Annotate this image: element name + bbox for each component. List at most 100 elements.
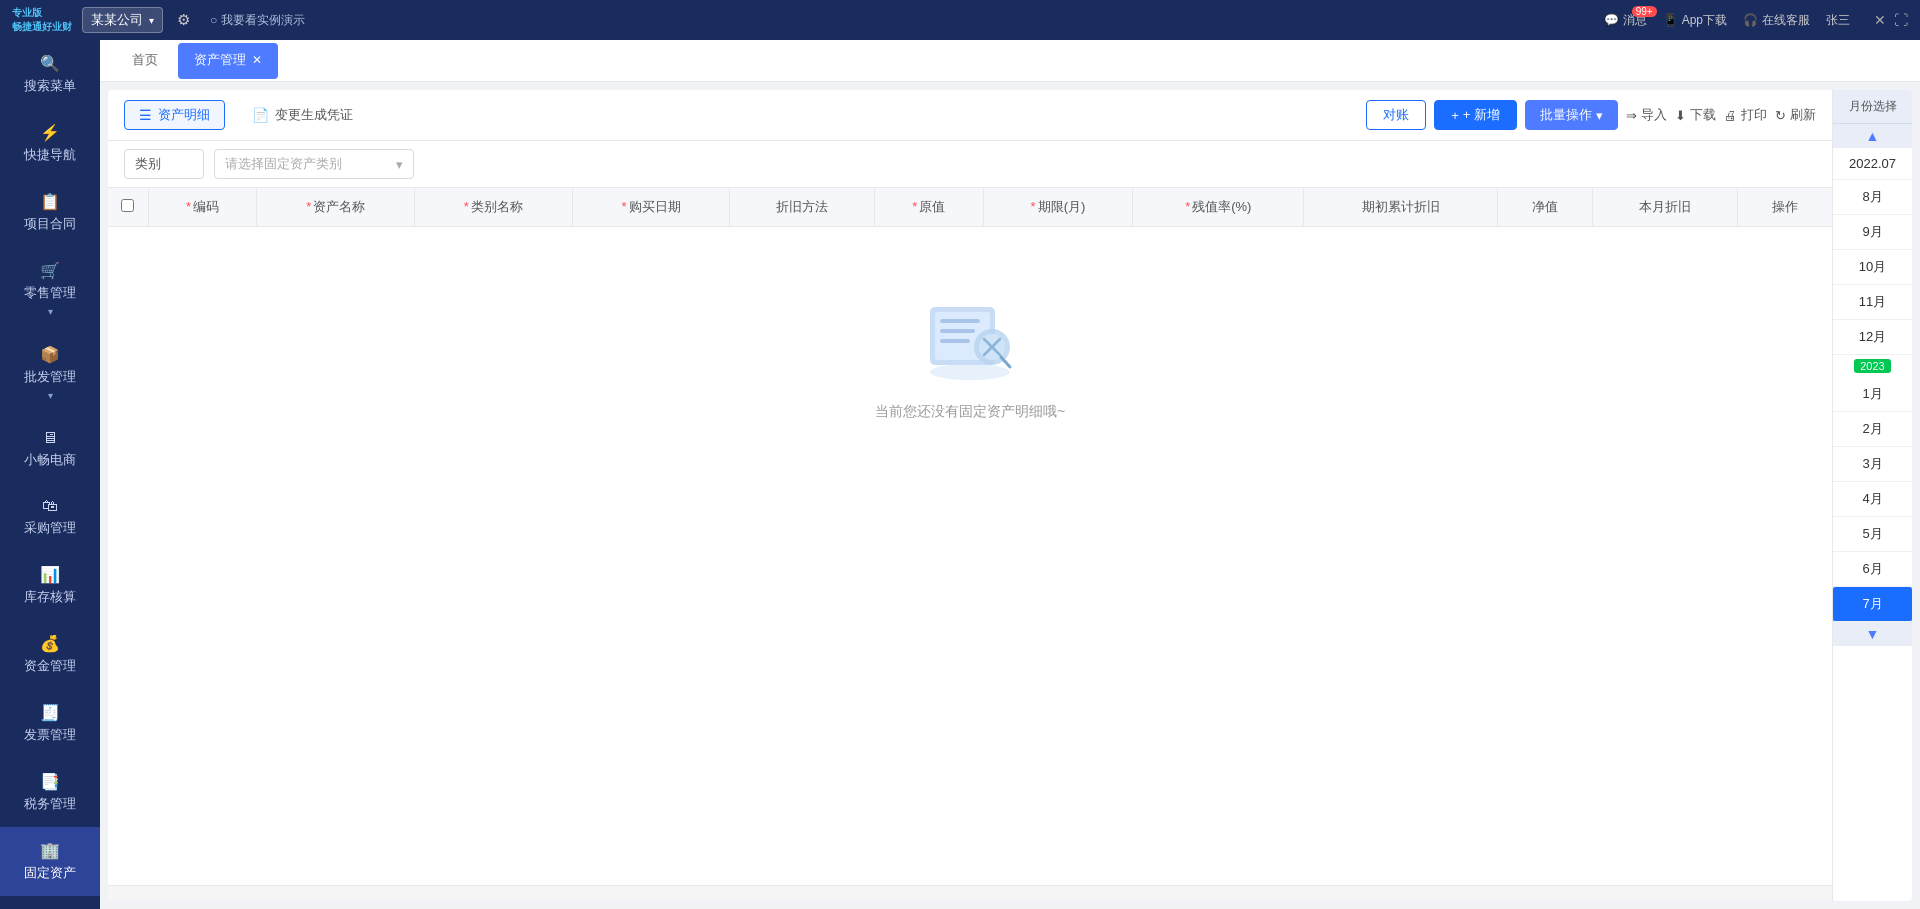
month-item-4[interactable]: 4月 bbox=[1833, 482, 1912, 517]
chevron-down-icon: ▾ bbox=[149, 15, 154, 26]
year-2023-badge: 2023 bbox=[1854, 359, 1890, 373]
dropdown-arrow-icon: ▾ bbox=[396, 157, 403, 172]
month-item-12[interactable]: 12月 bbox=[1833, 320, 1912, 355]
select-all-checkbox[interactable] bbox=[108, 188, 148, 227]
sub-tab-change-voucher[interactable]: 📄 变更生成凭证 bbox=[237, 100, 368, 130]
sidebar-item-retail[interactable]: 🛒 零售管理 ▾ bbox=[0, 247, 100, 331]
sidebar-label-project: 项目合同 bbox=[24, 215, 76, 233]
col-depreciation-method: 折旧方法 bbox=[730, 188, 874, 227]
tab-bar: 首页 资产管理 ✕ bbox=[100, 40, 1920, 82]
filter-bar: 类别 请选择固定资产类别 ▾ bbox=[108, 141, 1832, 188]
wholesale-arrow: ▾ bbox=[48, 390, 53, 401]
demo-link[interactable]: ○ 我要看实例演示 bbox=[210, 12, 305, 29]
month-item-8[interactable]: 8月 bbox=[1833, 180, 1912, 215]
company-selector[interactable]: 某某公司 ▾ bbox=[82, 7, 163, 33]
col-period: *期限(月) bbox=[983, 188, 1133, 227]
svg-rect-5 bbox=[940, 339, 970, 343]
print-icon: 🖨 bbox=[1724, 108, 1737, 123]
print-button[interactable]: 🖨 打印 bbox=[1724, 106, 1767, 124]
sidebar-label-fixedassets: 固定资产 bbox=[24, 864, 76, 882]
bottom-scrollbar[interactable] bbox=[108, 885, 1832, 901]
svg-rect-3 bbox=[940, 319, 980, 323]
month-down-arrow[interactable]: ▼ bbox=[1833, 622, 1912, 646]
sidebar-item-quicknav[interactable]: ⚡ 快捷导航 bbox=[0, 109, 100, 178]
app-edition: 专业版 bbox=[12, 6, 72, 20]
checkbox-input[interactable] bbox=[121, 199, 134, 212]
month-item-7-current[interactable]: 7月 bbox=[1833, 587, 1912, 622]
empty-state-row: 当前您还没有固定资产明细哦~ bbox=[108, 227, 1832, 482]
settings-icon[interactable]: ⚙ bbox=[177, 11, 190, 29]
tab-close-icon[interactable]: ✕ bbox=[252, 53, 262, 67]
sidebar-item-tax[interactable]: 📑 税务管理 bbox=[0, 758, 100, 827]
finance-icon: 💰 bbox=[40, 634, 60, 653]
refresh-icon: ↻ bbox=[1775, 108, 1786, 123]
close-icon[interactable]: ✕ bbox=[1874, 12, 1886, 28]
month-item-9[interactable]: 9月 bbox=[1833, 215, 1912, 250]
col-residual-rate: *残值率(%) bbox=[1133, 188, 1304, 227]
sidebar-item-fixedassets[interactable]: 🏢 固定资产 bbox=[0, 827, 100, 896]
sidebar: 🔍 搜索菜单 ⚡ 快捷导航 📋 项目合同 🛒 零售管理 ▾ 📦 批发管理 ▾ 🖥… bbox=[0, 40, 100, 909]
sidebar-item-search[interactable]: 🔍 搜索菜单 bbox=[0, 40, 100, 109]
sidebar-item-salary[interactable]: 💵 工资 bbox=[0, 896, 100, 909]
month-item-5[interactable]: 5月 bbox=[1833, 517, 1912, 552]
expand-icon[interactable]: ⛶ bbox=[1894, 12, 1908, 28]
wholesale-icon: 📦 bbox=[40, 345, 60, 364]
window-actions: ✕ ⛶ bbox=[1874, 12, 1908, 28]
download-icon: ⬇ bbox=[1675, 108, 1686, 123]
svg-point-0 bbox=[930, 364, 1010, 380]
sidebar-label-purchase: 采购管理 bbox=[24, 519, 76, 537]
month-item-10[interactable]: 10月 bbox=[1833, 250, 1912, 285]
sidebar-label-ecommerce: 小畅电商 bbox=[24, 451, 76, 469]
message-button[interactable]: 💬 消息 99+ bbox=[1604, 12, 1647, 29]
category-select-label: 类别 bbox=[124, 149, 204, 179]
invoice-icon: 🧾 bbox=[40, 703, 60, 722]
refresh-button[interactable]: ↻ 刷新 bbox=[1775, 106, 1816, 124]
app-download-button[interactable]: 📱 App下载 bbox=[1663, 12, 1727, 29]
month-item-2[interactable]: 2月 bbox=[1833, 412, 1912, 447]
month-item-2022-07[interactable]: 2022.07 bbox=[1833, 148, 1912, 180]
phone-icon: 📱 bbox=[1663, 13, 1678, 27]
message-badge: 99+ bbox=[1632, 6, 1657, 17]
company-name: 某某公司 bbox=[91, 11, 143, 29]
sidebar-label-invoice: 发票管理 bbox=[24, 726, 76, 744]
quicknav-icon: ⚡ bbox=[40, 123, 60, 142]
ecommerce-icon: 🖥 bbox=[42, 429, 58, 447]
sidebar-label-retail: 零售管理 bbox=[24, 284, 76, 302]
tab-asset[interactable]: 资产管理 ✕ bbox=[178, 43, 278, 79]
import-button[interactable]: ⇒ 导入 bbox=[1626, 106, 1667, 124]
sidebar-item-invoice[interactable]: 🧾 发票管理 bbox=[0, 689, 100, 758]
sidebar-item-purchase[interactable]: 🛍 采购管理 bbox=[0, 483, 100, 551]
month-item-6[interactable]: 6月 bbox=[1833, 552, 1912, 587]
empty-text: 当前您还没有固定资产明细哦~ bbox=[875, 403, 1065, 421]
top-bar-right: 💬 消息 99+ 📱 App下载 🎧 在线客服 张三 ✕ ⛶ bbox=[1604, 12, 1908, 29]
page-content: ☰ 资产明细 📄 变更生成凭证 对账 + + 新增 bbox=[108, 90, 1912, 901]
col-name: *资产名称 bbox=[257, 188, 415, 227]
sidebar-item-project[interactable]: 📋 项目合同 bbox=[0, 178, 100, 247]
month-item-3[interactable]: 3月 bbox=[1833, 447, 1912, 482]
add-button[interactable]: + + 新增 bbox=[1434, 100, 1517, 130]
sidebar-item-ecommerce[interactable]: 🖥 小畅电商 bbox=[0, 415, 100, 483]
sidebar-item-finance[interactable]: 💰 资金管理 bbox=[0, 620, 100, 689]
month-up-arrow[interactable]: ▲ bbox=[1833, 124, 1912, 148]
tab-home[interactable]: 首页 bbox=[116, 43, 174, 79]
month-item-1[interactable]: 1月 bbox=[1833, 377, 1912, 412]
online-service-button[interactable]: 🎧 在线客服 bbox=[1743, 12, 1810, 29]
batch-button[interactable]: 批量操作 ▾ bbox=[1525, 100, 1618, 130]
sub-tab-asset-detail[interactable]: ☰ 资产明细 bbox=[124, 100, 225, 130]
empty-state: 当前您还没有固定资产明细哦~ bbox=[108, 227, 1832, 481]
retail-arrow: ▾ bbox=[48, 306, 53, 317]
col-monthly-depreciation: 本月折旧 bbox=[1593, 188, 1737, 227]
app-logo: 专业版 畅捷通好业财 bbox=[12, 6, 72, 34]
search-icon: 🔍 bbox=[40, 54, 60, 73]
download-button[interactable]: ⬇ 下载 bbox=[1675, 106, 1716, 124]
reconcile-button[interactable]: 对账 bbox=[1366, 100, 1426, 130]
inventory-icon: 📊 bbox=[40, 565, 60, 584]
table-header-row: *编码 *资产名称 *类别名称 *购买日期 折旧方法 *原值 *期限(月) *残… bbox=[108, 188, 1832, 227]
sidebar-item-wholesale[interactable]: 📦 批发管理 ▾ bbox=[0, 331, 100, 415]
sidebar-item-inventory[interactable]: 📊 库存核算 bbox=[0, 551, 100, 620]
user-menu[interactable]: 张三 bbox=[1826, 12, 1850, 29]
month-item-11[interactable]: 11月 bbox=[1833, 285, 1912, 320]
inner-content: ☰ 资产明细 📄 变更生成凭证 对账 + + 新增 bbox=[108, 90, 1832, 901]
category-dropdown[interactable]: 请选择固定资产类别 ▾ bbox=[214, 149, 414, 179]
sidebar-label-inventory: 库存核算 bbox=[24, 588, 76, 606]
